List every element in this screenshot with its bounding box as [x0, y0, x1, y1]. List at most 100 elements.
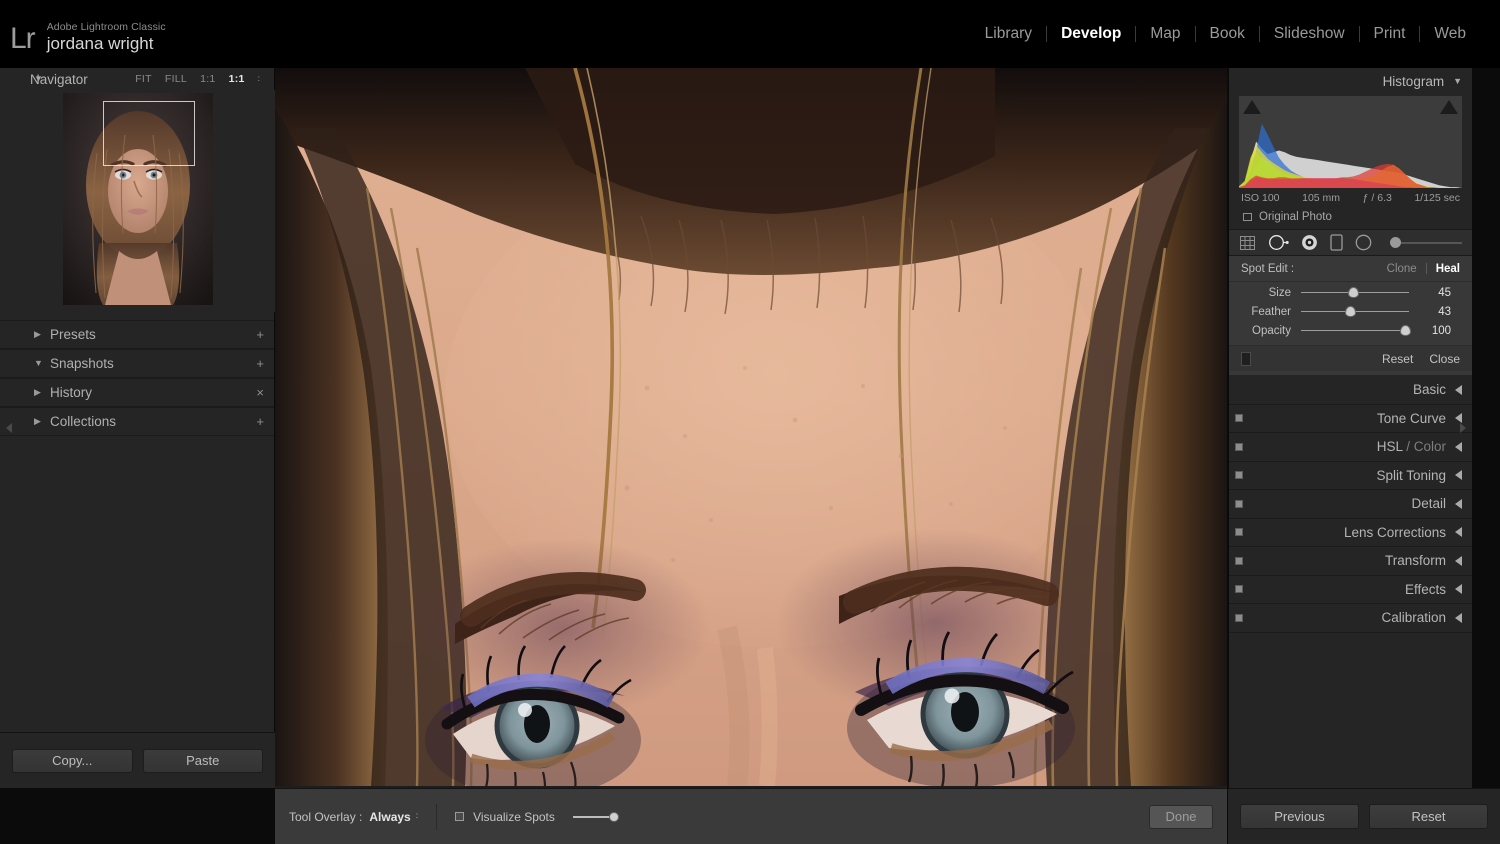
left-section-action-icon[interactable]: + — [256, 414, 274, 429]
section-effects[interactable]: Effects — [1229, 575, 1472, 604]
highlight-clipping-indicator-icon[interactable] — [1440, 100, 1458, 114]
tool-overlay-value[interactable]: Always — [369, 810, 410, 824]
slider-feather-knob[interactable] — [1344, 306, 1356, 317]
section-switch[interactable] — [1235, 613, 1243, 622]
section-calibration[interactable]: Calibration — [1229, 604, 1472, 633]
red-eye-icon[interactable] — [1301, 234, 1318, 251]
spot-removal-icon[interactable] — [1268, 234, 1289, 251]
triangle-left-icon[interactable] — [1455, 384, 1462, 395]
zoom-option-1[interactable]: FILL — [165, 73, 187, 85]
navigator-header[interactable]: ▼ Navigator FIT FILL 1:1 1:1 ∶ — [0, 68, 274, 90]
module-map[interactable]: Map — [1136, 26, 1194, 42]
navigator-thumbnail-wrap[interactable] — [62, 92, 213, 305]
module-develop[interactable]: Develop — [1047, 26, 1135, 42]
histogram-chart[interactable] — [1239, 96, 1462, 188]
module-book[interactable]: Book — [1196, 26, 1259, 42]
visualize-spots-checkbox[interactable] — [455, 812, 465, 821]
spot-reset-button[interactable]: Reset — [1382, 352, 1413, 366]
section-lens-corrections[interactable]: Lens Corrections — [1229, 518, 1472, 547]
slider-opacity-knob[interactable] — [1399, 325, 1411, 336]
left-panel-toggle-arrow[interactable] — [6, 423, 12, 433]
triangle-left-icon[interactable] — [1455, 612, 1462, 623]
crop-overlay-icon[interactable] — [1239, 235, 1256, 251]
module-library[interactable]: Library — [971, 26, 1046, 42]
section-label-main: Transform — [1384, 553, 1446, 569]
section-basic[interactable]: Basic — [1229, 376, 1472, 405]
previous-button[interactable]: Previous — [1240, 804, 1359, 829]
triangle-left-icon[interactable] — [1455, 498, 1462, 509]
slider-size-track[interactable] — [1301, 286, 1409, 299]
spot-mode-heal[interactable]: Heal — [1436, 263, 1460, 275]
navigator-crop-rectangle[interactable] — [102, 100, 195, 166]
slider-size-knob[interactable] — [1347, 287, 1359, 298]
left-section-label: Snapshots — [50, 356, 114, 371]
zoom-option-3[interactable]: 1:1 — [229, 73, 245, 85]
section-tone-curve[interactable]: Tone Curve — [1229, 404, 1472, 433]
module-print[interactable]: Print — [1360, 26, 1420, 42]
section-switch[interactable] — [1235, 471, 1243, 480]
triangle-down-icon[interactable]: ▼ — [34, 74, 43, 84]
radial-filter-icon[interactable] — [1355, 234, 1372, 251]
module-slideshow[interactable]: Slideshow — [1260, 26, 1359, 42]
section-switch[interactable] — [1235, 442, 1243, 451]
graduated-filter-icon[interactable] — [1330, 234, 1343, 251]
section-switch[interactable] — [1235, 556, 1243, 565]
spot-edit-switch[interactable] — [1241, 351, 1251, 366]
left-section-action-icon[interactable]: + — [256, 356, 274, 371]
triangle-left-icon[interactable] — [1455, 555, 1462, 566]
section-hsl[interactable]: HSL / Color — [1229, 433, 1472, 462]
original-photo-checkbox[interactable] — [1243, 213, 1252, 221]
left-section-collections[interactable]: ▶ Collections + — [0, 407, 274, 436]
triangle-down-icon[interactable]: ▼ — [34, 359, 43, 368]
develop-sections: Basic Tone Curve HSL / Color Split Toning De… — [1229, 376, 1472, 633]
slider-feather-track[interactable] — [1301, 305, 1409, 318]
triangle-right-icon[interactable]: ▶ — [34, 330, 41, 339]
section-label-main: Detail — [1411, 496, 1446, 512]
triangle-right-icon[interactable]: ▶ — [34, 417, 41, 426]
left-section-action-icon[interactable]: + — [256, 327, 274, 342]
left-section-presets[interactable]: ▶ Presets + — [0, 320, 274, 349]
zoom-dropdown-icon[interactable]: ∶ — [258, 74, 260, 85]
navigator-preview[interactable] — [0, 90, 275, 312]
section-switch[interactable] — [1235, 414, 1243, 423]
slider-knob[interactable] — [608, 811, 619, 822]
triangle-left-icon[interactable] — [1455, 584, 1462, 595]
paste-button[interactable]: Paste — [142, 748, 263, 773]
slider-opacity-track[interactable] — [1301, 324, 1411, 337]
original-photo-row[interactable]: Original Photo — [1229, 204, 1472, 229]
image-viewer[interactable] — [275, 68, 1227, 788]
brand: Lr Adobe Lightroom Classic jordana wrigh… — [0, 14, 166, 54]
triangle-right-icon[interactable]: ▶ — [34, 388, 41, 397]
copy-button[interactable]: Copy... — [12, 748, 133, 773]
triangle-left-icon[interactable] — [1455, 470, 1462, 481]
triangle-left-icon[interactable] — [1455, 441, 1462, 452]
tool-size-slider[interactable] — [1390, 237, 1462, 248]
shadow-clipping-indicator-icon[interactable] — [1243, 100, 1261, 114]
left-section-snapshots[interactable]: ▼ Snapshots + — [0, 349, 274, 378]
section-label-main: Lens Corrections — [1343, 524, 1446, 540]
section-switch[interactable] — [1235, 528, 1243, 537]
section-switch[interactable] — [1235, 499, 1243, 508]
zoom-option-2[interactable]: 1:1 — [200, 73, 216, 85]
right-panel-toggle-arrow[interactable] — [1460, 423, 1466, 433]
spot-mode-clone[interactable]: Clone — [1387, 263, 1417, 275]
histogram-header[interactable]: Histogram ▼ — [1229, 68, 1472, 94]
zoom-option-0[interactable]: FIT — [135, 73, 152, 85]
tool-slider-knob[interactable] — [1390, 237, 1401, 248]
triangle-left-icon[interactable] — [1455, 413, 1462, 424]
tool-overlay-caret-icon[interactable]: ∶ — [416, 811, 418, 822]
spot-close-button[interactable]: Close — [1429, 352, 1460, 366]
section-split-toning[interactable]: Split Toning — [1229, 461, 1472, 490]
section-switch[interactable] — [1235, 585, 1243, 594]
reset-button[interactable]: Reset — [1369, 804, 1488, 829]
done-button[interactable]: Done — [1149, 804, 1213, 829]
left-section-action-icon[interactable]: × — [256, 385, 274, 400]
section-transform[interactable]: Transform — [1229, 547, 1472, 576]
triangle-down-icon[interactable]: ▼ — [1453, 76, 1462, 86]
photo-area[interactable] — [275, 68, 1227, 786]
left-section-history[interactable]: ▶ History × — [0, 378, 274, 407]
triangle-left-icon[interactable] — [1455, 527, 1462, 538]
module-web[interactable]: Web — [1420, 26, 1480, 42]
visualize-spots-slider[interactable] — [572, 811, 621, 823]
section-detail[interactable]: Detail — [1229, 490, 1472, 519]
